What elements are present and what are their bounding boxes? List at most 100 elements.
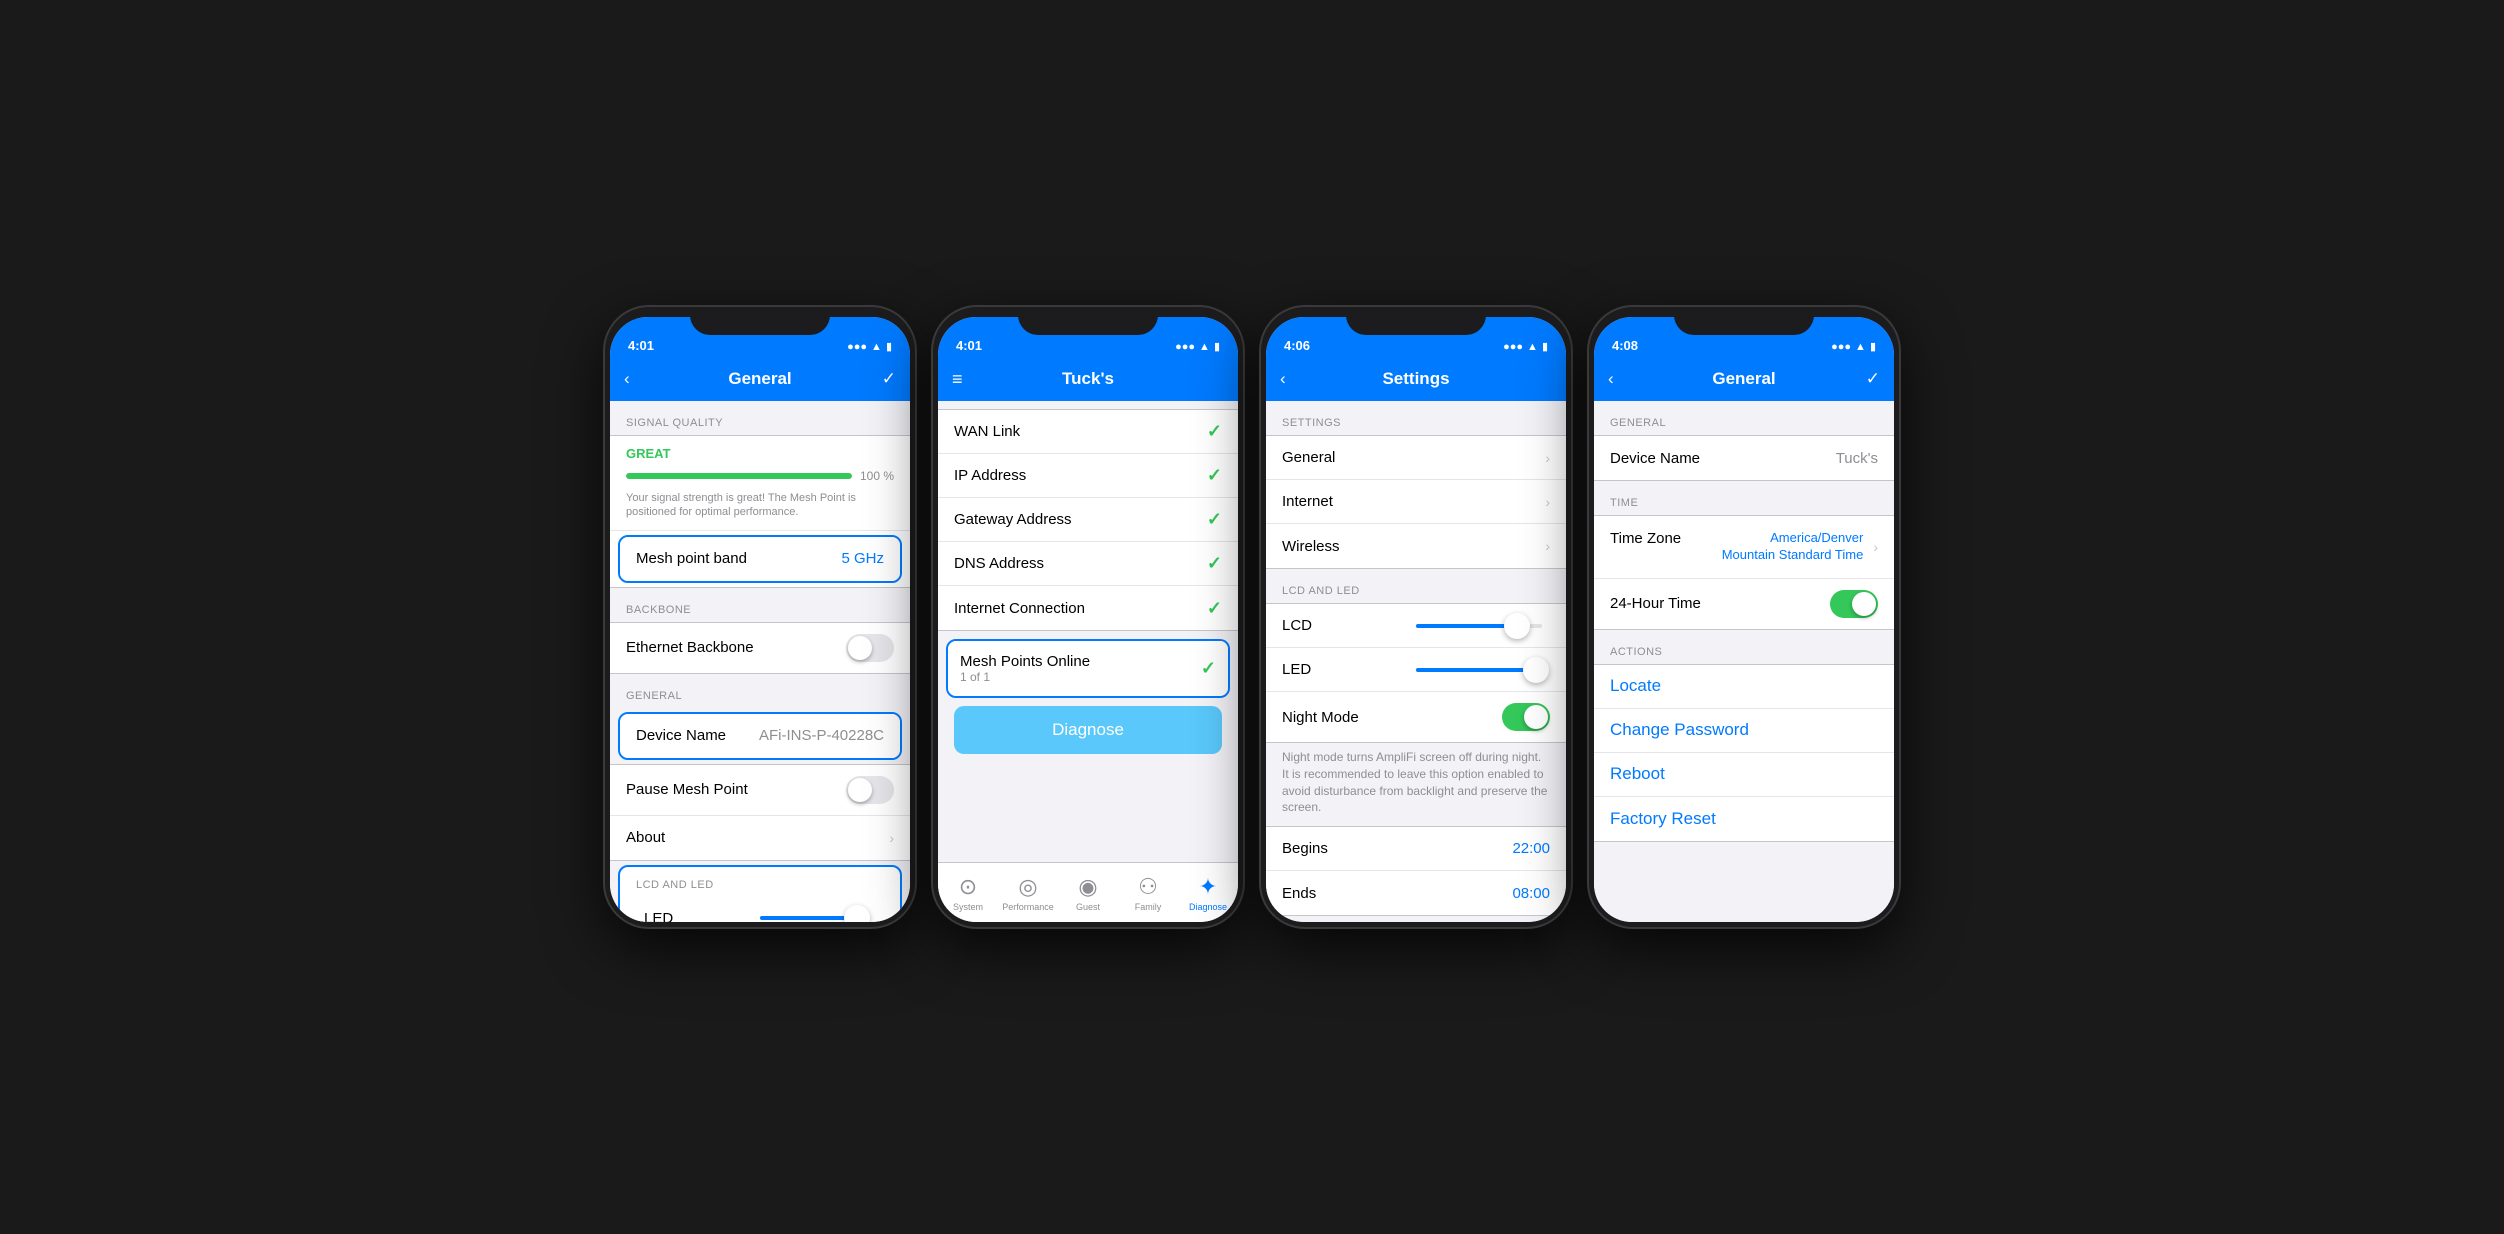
- nav-title-2: Tuck's: [1062, 369, 1114, 389]
- night-mode-label-3: Night Mode: [1282, 709, 1502, 726]
- pause-mesh-row[interactable]: Pause Mesh Point: [610, 765, 910, 816]
- tab-system[interactable]: ⊙ System: [938, 874, 998, 912]
- reboot-label: Reboot: [1610, 764, 1665, 784]
- advanced-header: ADVANCED: [1266, 916, 1566, 922]
- dns-address-row[interactable]: DNS Address ✓: [938, 542, 1238, 586]
- about-label: About: [626, 829, 883, 846]
- internet-row-3[interactable]: Internet ›: [1266, 480, 1566, 524]
- status-rows-group: WAN Link ✓ IP Address ✓ Gateway Address …: [938, 409, 1238, 631]
- led-label-1: LED: [644, 910, 752, 922]
- ethernet-toggle[interactable]: [846, 634, 894, 662]
- mesh-band-row[interactable]: Mesh point band 5 GHz: [620, 537, 900, 581]
- led-row-3[interactable]: LED: [1266, 648, 1566, 692]
- ends-row[interactable]: Ends 08:00: [1266, 871, 1566, 915]
- backbone-header: BACKBONE: [610, 588, 910, 622]
- mesh-online-sub: 1 of 1: [960, 670, 1201, 684]
- begins-row[interactable]: Begins 22:00: [1266, 827, 1566, 871]
- phone-4-screen: 4:08 ●●● ▲ ▮ ‹ General ✓ GENERAL Device …: [1594, 317, 1894, 922]
- internet-connection-row[interactable]: Internet Connection ✓: [938, 586, 1238, 630]
- tab-guest[interactable]: ◉ Guest: [1058, 874, 1118, 912]
- ends-label: Ends: [1282, 885, 1512, 902]
- about-row[interactable]: About ›: [610, 816, 910, 860]
- pause-toggle[interactable]: [846, 776, 894, 804]
- general-section-header-4: GENERAL: [1594, 401, 1894, 435]
- internet-chevron: ›: [1545, 494, 1550, 510]
- device-name-highlight: Device Name AFi-INS-P-40228C: [618, 712, 902, 760]
- factory-reset-label: Factory Reset: [1610, 809, 1716, 829]
- back-button-4[interactable]: ‹: [1608, 369, 1614, 389]
- time-4: 4:08: [1612, 338, 1638, 353]
- device-name-row-4[interactable]: Device Name Tuck's: [1594, 436, 1894, 480]
- time-1: 4:01: [628, 338, 654, 353]
- battery-icon: ▮: [886, 340, 892, 353]
- lcd-slider-3[interactable]: [1416, 624, 1542, 628]
- mesh-online-row[interactable]: Mesh Points Online 1 of 1 ✓: [948, 641, 1228, 696]
- led-slider-1[interactable]: [760, 916, 868, 920]
- lcd-row-3[interactable]: LCD: [1266, 604, 1566, 648]
- pause-mesh-label: Pause Mesh Point: [626, 781, 846, 798]
- lcd-led-group-3: LCD LED Night Mode: [1266, 603, 1566, 743]
- wan-link-row[interactable]: WAN Link ✓: [938, 410, 1238, 454]
- lcd-led-header-1: LCD AND LED: [628, 875, 892, 897]
- internet-connection-label: Internet Connection: [954, 600, 1207, 617]
- diagnose-icon: ✦: [1199, 874, 1217, 900]
- tab-diagnose[interactable]: ✦ Diagnose: [1178, 874, 1238, 912]
- wireless-row-3[interactable]: Wireless ›: [1266, 524, 1566, 568]
- phone-1: 4:01 ●●● ▲ ▮ ‹ General ✓ SIGNAL QUALITY: [605, 307, 915, 927]
- mesh-online-check: ✓: [1201, 658, 1216, 679]
- time-group-4: Time Zone America/DenverMountain Standar…: [1594, 515, 1894, 630]
- time-header-4: TIME: [1594, 481, 1894, 515]
- wan-link-label: WAN Link: [954, 423, 1207, 440]
- progress-bar: 100 %: [626, 469, 894, 483]
- locate-row[interactable]: Locate: [1594, 665, 1894, 709]
- reboot-row[interactable]: Reboot: [1594, 753, 1894, 797]
- time24-row[interactable]: 24-Hour Time: [1594, 579, 1894, 629]
- led-row-1[interactable]: LED: [628, 897, 892, 922]
- begins-label: Begins: [1282, 840, 1512, 857]
- wifi-icon-4: ▲: [1855, 341, 1866, 353]
- device-name-value-1: AFi-INS-P-40228C: [759, 727, 884, 744]
- mesh-band-highlight: Mesh point band 5 GHz: [618, 535, 902, 583]
- actions-header-4: ACTIONS: [1594, 630, 1894, 664]
- factory-reset-row[interactable]: Factory Reset: [1594, 797, 1894, 841]
- family-label: Family: [1135, 902, 1162, 912]
- menu-button-2[interactable]: ≡: [952, 369, 963, 390]
- nav-title-4: General: [1712, 369, 1775, 389]
- night-mode-toggle-3[interactable]: [1502, 703, 1550, 731]
- gateway-address-row[interactable]: Gateway Address ✓: [938, 498, 1238, 542]
- timezone-value: America/DenverMountain Standard Time: [1722, 530, 1864, 564]
- general-chevron: ›: [1545, 450, 1550, 466]
- change-password-row[interactable]: Change Password: [1594, 709, 1894, 753]
- mesh-band-value: 5 GHz: [841, 550, 884, 567]
- night-mode-row-3[interactable]: Night Mode: [1266, 692, 1566, 742]
- timezone-row[interactable]: Time Zone America/DenverMountain Standar…: [1594, 516, 1894, 579]
- back-button-3[interactable]: ‹: [1280, 369, 1286, 389]
- general-row-3[interactable]: General ›: [1266, 436, 1566, 480]
- tab-family[interactable]: ⚇ Family: [1118, 874, 1178, 912]
- lcd-label-3: LCD: [1282, 617, 1408, 634]
- led-label-3: LED: [1282, 661, 1408, 678]
- guest-label: Guest: [1076, 902, 1100, 912]
- ethernet-backbone-row[interactable]: Ethernet Backbone: [610, 623, 910, 673]
- timezone-chevron: ›: [1873, 539, 1878, 555]
- check-button-1[interactable]: ✓: [882, 369, 896, 389]
- device-name-row[interactable]: Device Name AFi-INS-P-40228C: [620, 714, 900, 758]
- time24-toggle[interactable]: [1830, 590, 1878, 618]
- check-button-4[interactable]: ✓: [1866, 369, 1880, 389]
- timezone-label: Time Zone: [1610, 530, 1722, 547]
- internet-check: ✓: [1207, 598, 1222, 619]
- led-slider-3[interactable]: [1416, 668, 1542, 672]
- internet-label-3: Internet: [1282, 493, 1539, 510]
- guest-icon: ◉: [1078, 874, 1097, 900]
- actions-group-4: Locate Change Password Reboot Factory Re…: [1594, 664, 1894, 842]
- ip-address-label: IP Address: [954, 467, 1207, 484]
- ip-address-row[interactable]: IP Address ✓: [938, 454, 1238, 498]
- tab-performance[interactable]: ◎ Performance: [998, 874, 1058, 912]
- time-2: 4:01: [956, 338, 982, 353]
- family-icon: ⚇: [1138, 874, 1158, 900]
- back-button-1[interactable]: ‹: [624, 369, 630, 389]
- tab-bar-2: ⊙ System ◎ Performance ◉ Guest ⚇ Family …: [938, 862, 1238, 922]
- wifi-icon: ▲: [871, 341, 882, 353]
- mesh-points-highlight: Mesh Points Online 1 of 1 ✓: [946, 639, 1230, 698]
- diagnose-button[interactable]: Diagnose: [954, 706, 1222, 754]
